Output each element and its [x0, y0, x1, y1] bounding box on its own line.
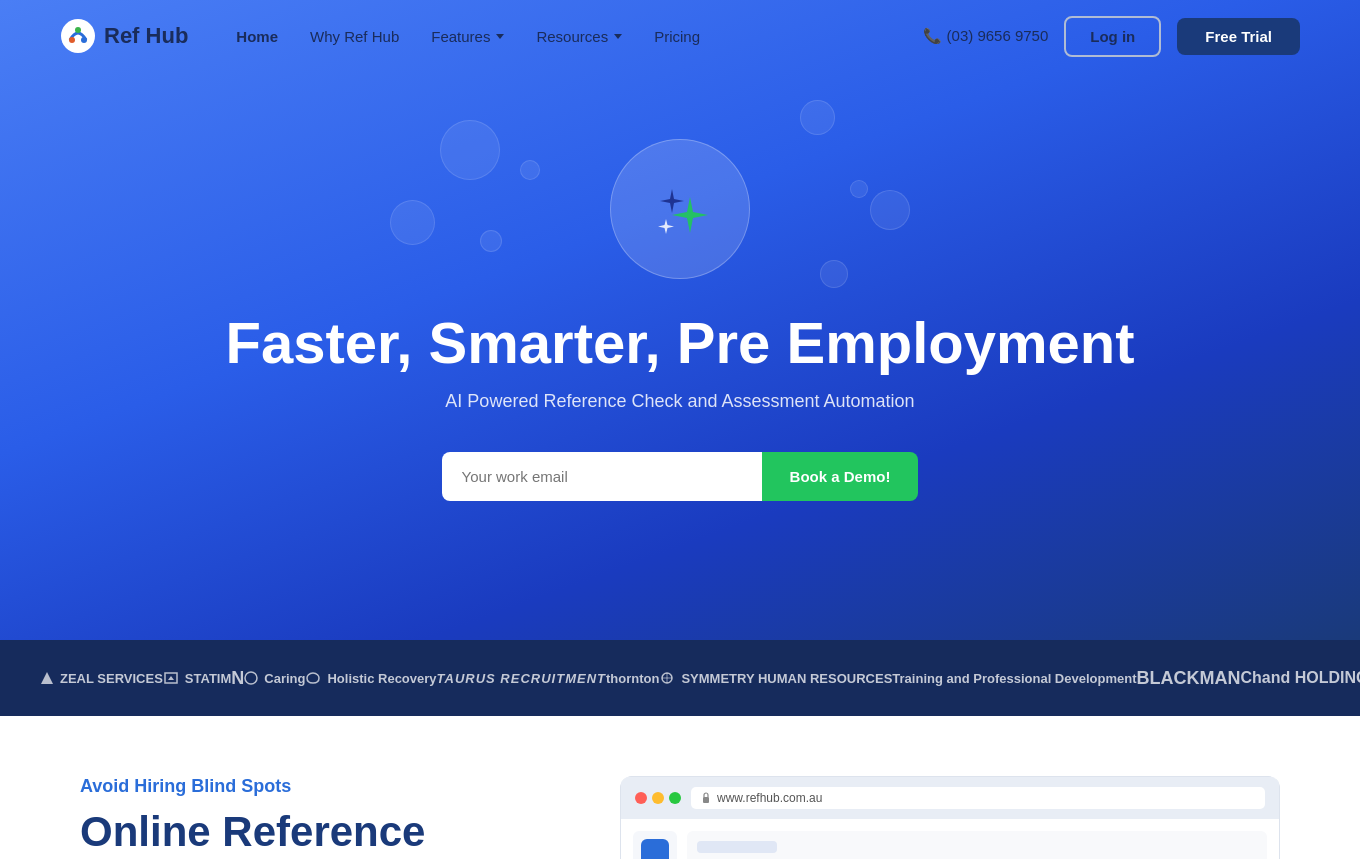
nav-links: Home Why Ref Hub Features Resources Pric… — [236, 28, 923, 45]
logo[interactable]: Ref Hub — [60, 18, 188, 54]
hero-cta-form: Book a Demo! — [442, 452, 919, 501]
logo-blackman: BLACKMAN — [1137, 668, 1241, 689]
bubble-7 — [390, 200, 435, 245]
navbar: Ref Hub Home Why Ref Hub Features Resour… — [0, 0, 1360, 72]
bubble-4 — [850, 180, 868, 198]
nav-features[interactable]: Features — [431, 28, 504, 45]
hero-subtitle: AI Powered Reference Check and Assessmen… — [445, 391, 914, 412]
browser-url-bar: www.refhub.com.au — [691, 787, 1265, 809]
sparkle-icon — [640, 169, 720, 249]
logo-thornton: thornton — [606, 671, 659, 686]
logos-strip: ZEAL SERVICES STATIM N Caring Holistic R… — [0, 640, 1360, 716]
logo-zeal-services: ZEAL SERVICES — [40, 671, 163, 686]
email-input[interactable] — [442, 452, 762, 501]
resources-chevron-icon — [614, 34, 622, 39]
free-trial-button[interactable]: Free Trial — [1177, 18, 1300, 55]
bubble-2 — [520, 160, 540, 180]
nav-resources[interactable]: Resources — [536, 28, 622, 45]
hero-title: Faster, Smarter, Pre Employment — [225, 311, 1134, 375]
lock-icon — [701, 792, 711, 804]
browser-maximize-dot — [669, 792, 681, 804]
bubble-1 — [440, 120, 500, 180]
svg-point-3 — [75, 27, 81, 33]
bottom-tag: Avoid Hiring Blind Spots — [80, 776, 560, 797]
logo-training: Training and Professional Development — [892, 671, 1136, 686]
nav-pricing[interactable]: Pricing — [654, 28, 700, 45]
features-chevron-icon — [496, 34, 504, 39]
browser-close-dot — [635, 792, 647, 804]
svg-marker-6 — [168, 676, 174, 680]
logo-holistic-recovery: Holistic Recovery — [305, 671, 436, 686]
logo-chand: Chand HOLDINGS — [1240, 669, 1360, 687]
sidebar-icon-1 — [641, 839, 669, 859]
nav-why-refhub[interactable]: Why Ref Hub — [310, 28, 399, 45]
browser-mockup: www.refhub.com.au — [620, 776, 1280, 859]
logo-n: N — [231, 668, 244, 689]
bubble-3 — [800, 100, 835, 135]
bottom-section: Avoid Hiring Blind Spots Online Referenc… — [0, 716, 1360, 859]
nav-home[interactable]: Home — [236, 28, 278, 45]
browser-mockup-container: www.refhub.com.au — [620, 776, 1280, 859]
bubble-8 — [870, 190, 910, 230]
logo-caring: Caring — [244, 671, 305, 686]
book-demo-button[interactable]: Book a Demo! — [762, 452, 919, 501]
browser-main — [687, 831, 1267, 859]
bubble-5 — [480, 230, 502, 252]
browser-content — [621, 819, 1279, 859]
svg-point-7 — [245, 672, 257, 684]
svg-point-2 — [81, 37, 87, 43]
nav-right: 📞 (03) 9656 9750 Log in Free Trial — [923, 16, 1300, 57]
svg-point-1 — [69, 37, 75, 43]
svg-rect-9 — [703, 797, 709, 803]
svg-point-0 — [61, 19, 95, 53]
browser-bar: www.refhub.com.au — [621, 777, 1279, 819]
logo-taurus: TAURUS RECRUITMENT — [437, 671, 606, 686]
browser-minimize-dot — [652, 792, 664, 804]
browser-dots — [635, 792, 681, 804]
bubble-6 — [820, 260, 848, 288]
hero-section: Faster, Smarter, Pre Employment AI Power… — [0, 0, 1360, 640]
sparkle-container — [610, 139, 750, 279]
phone-link[interactable]: 📞 (03) 9656 9750 — [923, 27, 1048, 45]
logo-text: Ref Hub — [104, 23, 188, 49]
browser-sidebar — [633, 831, 677, 859]
logo-symmetry: SYMMETRY HUMAN RESOURCES — [659, 671, 892, 686]
bottom-title: Online Reference Checks & — [80, 809, 560, 859]
svg-marker-4 — [41, 672, 53, 684]
logo-statim: STATIM — [163, 671, 231, 686]
bottom-left: Avoid Hiring Blind Spots Online Referenc… — [80, 776, 560, 859]
login-button[interactable]: Log in — [1064, 16, 1161, 57]
logo-icon — [60, 18, 96, 54]
